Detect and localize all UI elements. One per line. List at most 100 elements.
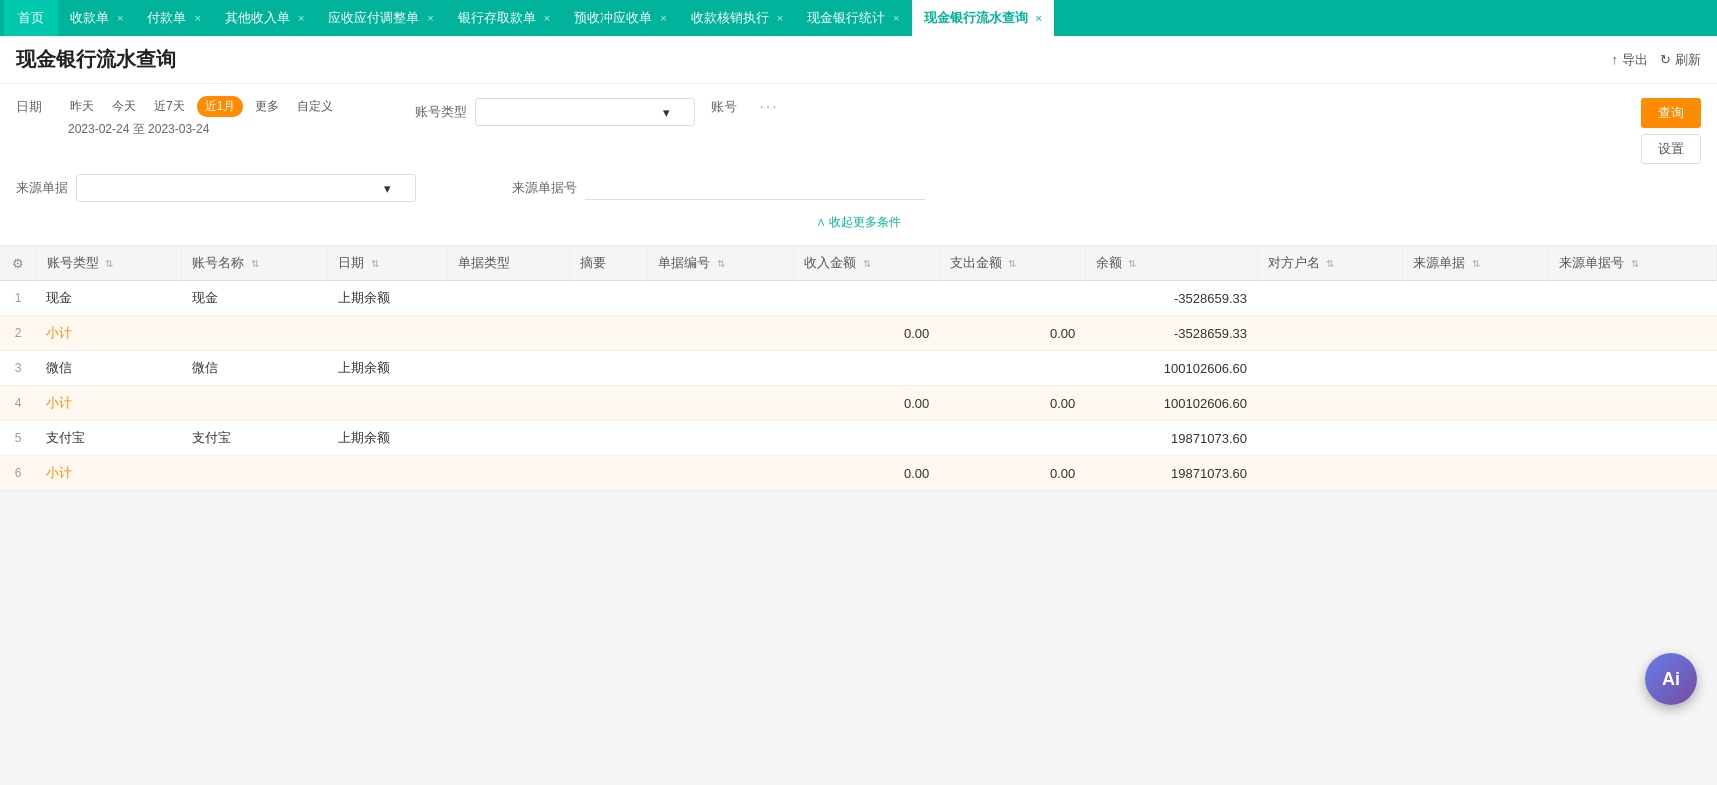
table-row: 6小计0.000.0019871073.60 (0, 456, 1717, 491)
nav-other-income-close[interactable]: × (298, 0, 304, 36)
col-doc-no[interactable]: 单据编号 ⇅ (648, 246, 794, 281)
col-summary[interactable]: 摘要 (569, 246, 647, 281)
row-index: 6 (0, 456, 36, 491)
date-opt-more[interactable]: 更多 (249, 96, 285, 117)
col-income[interactable]: 收入金额 ⇅ (793, 246, 939, 281)
col-account-type[interactable]: 账号类型 ⇅ (36, 246, 182, 281)
row-source-doc (1403, 456, 1549, 491)
settings-button[interactable]: 设置 (1641, 134, 1701, 164)
row-expense (939, 351, 1085, 386)
col-account-type-label: 账号类型 (47, 255, 99, 270)
row-account-name (182, 456, 328, 491)
row-account-type: 小计 (36, 316, 182, 351)
nav-ar-ap-adjust-close[interactable]: × (427, 0, 433, 36)
date-opt-1month[interactable]: 近1月 (197, 96, 244, 117)
collapse-label: 收起更多条件 (829, 215, 901, 229)
source-doc-no-input[interactable] (585, 176, 925, 200)
nav-cash-stat-close[interactable]: × (893, 0, 899, 36)
collapse-bar[interactable]: ∧ 收起更多条件 (16, 208, 1701, 233)
row-index: 3 (0, 351, 36, 386)
nav-writeoff-close[interactable]: × (777, 0, 783, 36)
col-source-doc-no[interactable]: 来源单据号 ⇅ (1549, 246, 1717, 281)
row-doc-no (648, 316, 794, 351)
date-opt-yesterday[interactable]: 昨天 (64, 96, 100, 117)
nav-cash-stat[interactable]: 现金银行统计 × (795, 0, 911, 36)
col-account-name-sort: ⇅ (251, 258, 259, 269)
row-doc-type (448, 386, 570, 421)
query-button[interactable]: 查询 (1641, 98, 1701, 128)
nav-bank-deposit-close[interactable]: × (544, 0, 550, 36)
col-doc-type[interactable]: 单据类型 (448, 246, 570, 281)
nav-cash-stat-label: 现金银行统计 (807, 0, 885, 36)
account-type-select[interactable] (475, 98, 695, 126)
row-source-doc-no (1549, 456, 1717, 491)
account-type-label: 账号类型 (415, 103, 467, 121)
row-account-type: 支付宝 (36, 421, 182, 456)
date-filter-label: 日期 (16, 98, 56, 116)
row-counterpart (1257, 386, 1403, 421)
row-source-doc-no (1549, 421, 1717, 456)
row-date (328, 316, 448, 351)
nav-prepaid[interactable]: 预收冲应收单 × (562, 0, 678, 36)
export-icon: ↑ (1612, 52, 1619, 67)
account-no-more[interactable]: ··· (759, 98, 778, 116)
source-doc-select[interactable] (76, 174, 416, 202)
collapse-icon: ∧ (816, 215, 829, 229)
row-balance: 19871073.60 (1085, 421, 1257, 456)
col-account-type-sort: ⇅ (105, 258, 113, 269)
refresh-button[interactable]: ↻ 刷新 (1660, 51, 1701, 69)
nav-receipt-close[interactable]: × (117, 0, 123, 36)
row-balance: -3528659.33 (1085, 281, 1257, 316)
row-account-name (182, 386, 328, 421)
col-settings[interactable]: ⚙ (0, 246, 36, 281)
nav-home-label: 首页 (18, 0, 44, 36)
nav-receipt[interactable]: 收款单 × (58, 0, 135, 36)
date-opt-7days[interactable]: 近7天 (148, 96, 191, 117)
table-container: ⚙ 账号类型 ⇅ 账号名称 ⇅ 日期 ⇅ 单据类型 摘要 (0, 246, 1717, 491)
nav-bank-deposit-label: 银行存取款单 (458, 0, 536, 36)
row-doc-type (448, 351, 570, 386)
row-counterpart (1257, 421, 1403, 456)
nav-bank-deposit[interactable]: 银行存取款单 × (446, 0, 562, 36)
filter-area: 日期 昨天 今天 近7天 近1月 更多 自定义 2023-02-24 至 202… (0, 84, 1717, 246)
date-opt-today[interactable]: 今天 (106, 96, 142, 117)
col-date-label: 日期 (338, 255, 364, 270)
nav-home[interactable]: 首页 (4, 0, 58, 36)
row-date: 上期余额 (328, 281, 448, 316)
nav-other-income[interactable]: 其他收入单 × (213, 0, 316, 36)
export-button[interactable]: ↑ 导出 (1612, 51, 1649, 69)
nav-ar-ap-adjust[interactable]: 应收应付调整单 × (316, 0, 445, 36)
date-opt-custom[interactable]: 自定义 (291, 96, 339, 117)
row-doc-no (648, 351, 794, 386)
row-balance: -3528659.33 (1085, 316, 1257, 351)
row-source-doc-no (1549, 281, 1717, 316)
row-counterpart (1257, 351, 1403, 386)
row-doc-no (648, 421, 794, 456)
col-account-name[interactable]: 账号名称 ⇅ (182, 246, 328, 281)
nav-receipt-label: 收款单 (70, 0, 109, 36)
settings-gear-icon[interactable]: ⚙ (12, 256, 24, 271)
row-counterpart (1257, 316, 1403, 351)
row-date: 上期余额 (328, 421, 448, 456)
nav-payment-close[interactable]: × (194, 0, 200, 36)
col-counterpart[interactable]: 对方户名 ⇅ (1257, 246, 1403, 281)
col-balance-label: 余额 (1096, 255, 1122, 270)
row-account-type: 微信 (36, 351, 182, 386)
col-expense[interactable]: 支出金额 ⇅ (939, 246, 1085, 281)
row-index: 2 (0, 316, 36, 351)
nav-cash-flow[interactable]: 现金银行流水查询 × (912, 0, 1054, 36)
nav-writeoff[interactable]: 收款核销执行 × (679, 0, 795, 36)
nav-cash-flow-label: 现金银行流水查询 (924, 0, 1028, 36)
row-account-name: 现金 (182, 281, 328, 316)
row-income: 0.00 (793, 456, 939, 491)
col-balance-sort: ⇅ (1128, 258, 1136, 269)
nav-cash-flow-close[interactable]: × (1036, 0, 1042, 36)
nav-prepaid-close[interactable]: × (660, 0, 666, 36)
source-doc-label: 来源单据 (16, 179, 68, 197)
refresh-label: 刷新 (1675, 51, 1701, 69)
nav-payment[interactable]: 付款单 × (135, 0, 212, 36)
col-source-doc[interactable]: 来源单据 ⇅ (1403, 246, 1549, 281)
row-source-doc-no (1549, 316, 1717, 351)
col-balance[interactable]: 余额 ⇅ (1085, 246, 1257, 281)
col-date[interactable]: 日期 ⇅ (328, 246, 448, 281)
